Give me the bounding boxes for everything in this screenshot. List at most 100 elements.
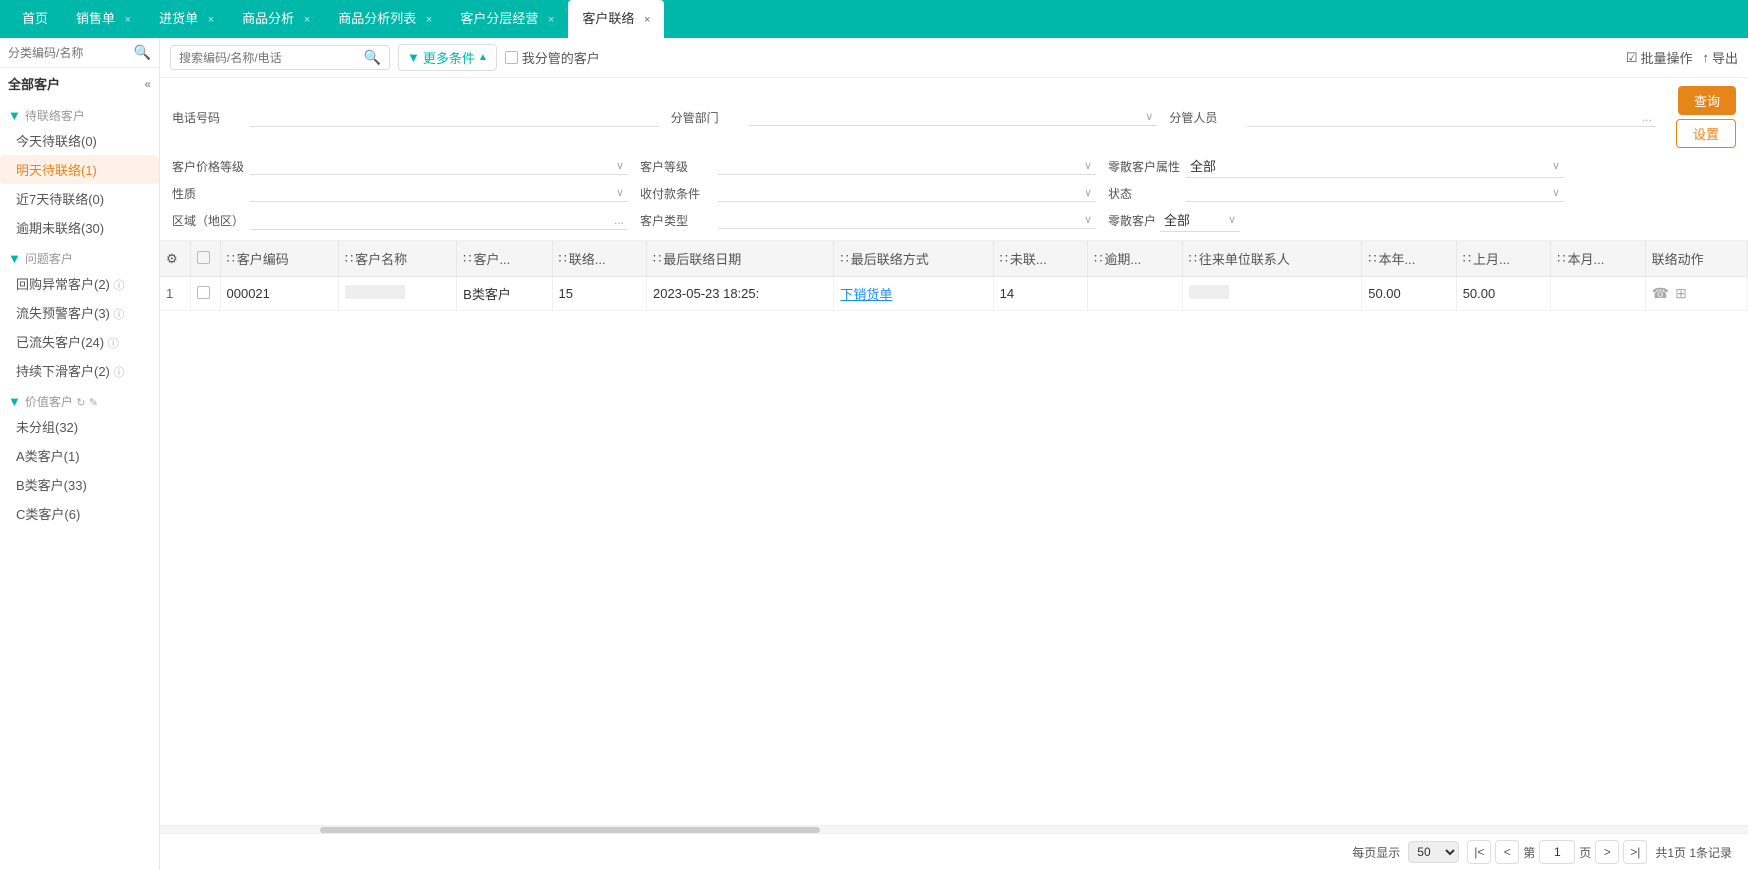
th-code[interactable]: ∷客户编码 <box>220 241 338 277</box>
nav-item-customer-contact[interactable]: 客户联络 × <box>568 0 664 38</box>
action-icons: ☎ ⊞ <box>1652 285 1741 302</box>
batch-icon: ☑ <box>1626 50 1638 66</box>
sidebar-item-overdue[interactable]: 逾期未联络(30) <box>0 213 159 242</box>
th-uncontacted[interactable]: ∷未联... <box>993 241 1087 277</box>
nav-item-product-analysis[interactable]: 商品分析 × <box>228 0 324 38</box>
search-input[interactable] <box>179 51 364 65</box>
search-icon[interactable]: 🔍 <box>364 49 381 66</box>
close-icon[interactable]: × <box>548 14 554 26</box>
sidebar-search-input[interactable] <box>8 46 134 60</box>
td-contact: 15 <box>552 277 646 311</box>
search-box: 🔍 <box>170 45 390 70</box>
status-label: 状态 <box>1108 185 1180 202</box>
page-number-input[interactable] <box>1539 840 1575 864</box>
ellipsis-icon: ... <box>614 213 624 227</box>
query-button[interactable]: 查询 <box>1678 86 1736 115</box>
table-header-row: ⚙ ∷客户编码 ∷客户名称 ∷客户... <box>160 241 1748 277</box>
person-label: 分管人员 <box>1169 109 1241 126</box>
td-type: B类客户 <box>457 277 552 311</box>
th-name[interactable]: ∷客户名称 <box>338 241 456 277</box>
th-checkbox[interactable] <box>190 241 220 277</box>
horizontal-scrollbar[interactable] <box>160 825 1748 833</box>
type-select[interactable]: ∨ <box>718 211 1096 229</box>
row-checkbox[interactable] <box>197 286 210 299</box>
settings-button[interactable]: 设置 <box>1676 119 1736 148</box>
nav-item-product-list[interactable]: 商品分析列表 × <box>324 0 446 38</box>
th-unit-contact[interactable]: ∷往来单位联系人 <box>1182 241 1362 277</box>
scrollbar-thumb[interactable] <box>320 827 820 833</box>
th-last-contact-method[interactable]: ∷最后联络方式 <box>834 241 993 277</box>
last-method-link[interactable]: 下销货单 <box>840 287 892 302</box>
filter-level: 客户等级 ∨ <box>640 157 1096 175</box>
batch-button[interactable]: ☑ 批量操作 <box>1626 48 1693 67</box>
settings-icon[interactable]: ⚙ <box>166 251 178 266</box>
th-this-year[interactable]: ∷本年... <box>1362 241 1456 277</box>
prev-page-button[interactable]: < <box>1495 840 1519 864</box>
nav-home[interactable]: 首页 <box>8 0 62 38</box>
next-page-button[interactable]: > <box>1595 840 1619 864</box>
close-icon[interactable]: × <box>125 14 131 26</box>
table-footer: 每页显示 50 20 100 |< < 第 页 > >| 共1页 1条记录 <box>160 833 1748 870</box>
page-size-select[interactable]: 50 20 100 <box>1408 841 1459 863</box>
close-icon[interactable]: × <box>304 14 310 26</box>
sidebar-item-unclassified[interactable]: 未分组(32) <box>0 412 159 441</box>
sidebar-item-churn-warning[interactable]: 流失预警客户(3) ⓘ <box>0 298 159 327</box>
sidebar-item-tomorrow[interactable]: 明天待联络(1) <box>0 155 159 184</box>
grid-action-icon[interactable]: ⊞ <box>1675 285 1687 302</box>
nature-select[interactable]: ∨ <box>250 184 628 202</box>
sidebar-item-repurchase-abnormal[interactable]: 回购异常客户(2) ⓘ <box>0 269 159 298</box>
sidebar-item-class-b[interactable]: B类客户(33) <box>0 470 159 499</box>
first-page-button[interactable]: |< <box>1467 840 1491 864</box>
export-button[interactable]: ↑ 导出 <box>1702 48 1738 67</box>
td-this-year: 50.00 <box>1362 277 1456 311</box>
th-last-contact-date[interactable]: ∷最后联络日期 <box>646 241 833 277</box>
nav-item-sales[interactable]: 销售单 × <box>62 0 145 38</box>
th-last-month[interactable]: ∷上月... <box>1456 241 1550 277</box>
td-actions: ☎ ⊞ <box>1645 277 1747 311</box>
th-type[interactable]: ∷客户... <box>457 241 552 277</box>
customer-name-blurred <box>345 285 405 299</box>
more-filter-button[interactable]: ▼ 更多条件 ▲ <box>398 44 497 71</box>
my-customers-checkbox-area[interactable]: 我分管的客户 <box>505 48 600 67</box>
status-select[interactable]: ∨ <box>1186 184 1564 202</box>
phone-action-icon[interactable]: ☎ <box>1652 285 1669 302</box>
sidebar-item-declining[interactable]: 持续下滑客户(2) ⓘ <box>0 356 159 385</box>
table-container: ⚙ ∷客户编码 ∷客户名称 ∷客户... <box>160 241 1748 825</box>
retail-select[interactable]: 全部 ∨ <box>1160 208 1240 232</box>
page-label: 第 <box>1523 844 1535 861</box>
payment-select[interactable]: ∨ <box>718 184 1096 202</box>
th-contact[interactable]: ∷联络... <box>552 241 646 277</box>
last-page-button[interactable]: >| <box>1623 840 1647 864</box>
all-customers-label: 全部客户 <box>8 74 60 93</box>
region-select[interactable]: ... <box>250 211 628 230</box>
sidebar-item-churned[interactable]: 已流失客户(24) ⓘ <box>0 327 159 356</box>
level-select[interactable]: ∨ <box>718 157 1096 175</box>
group-title-problem: ▼问题客户 <box>0 246 159 269</box>
dept-select[interactable]: ∨ <box>749 108 1158 126</box>
my-customers-checkbox[interactable] <box>505 51 518 64</box>
value-level-select[interactable]: ∨ <box>250 157 628 175</box>
sidebar-item-7days[interactable]: 近7天待联络(0) <box>0 184 159 213</box>
person-select[interactable]: ... <box>1247 108 1656 127</box>
header-checkbox[interactable] <box>197 251 210 264</box>
retail-attr-label: 零散客户属性 <box>1108 158 1180 175</box>
td-checkbox[interactable] <box>190 277 220 311</box>
retail-attr-select[interactable]: 全部 ∨ <box>1186 154 1564 178</box>
th-settings[interactable]: ⚙ <box>160 241 190 277</box>
sidebar-search-icon[interactable]: 🔍 <box>134 44 151 61</box>
page-nav: |< < 第 页 > >| <box>1467 840 1647 864</box>
sidebar-item-class-a[interactable]: A类客户(1) <box>0 441 159 470</box>
phone-input[interactable] <box>250 108 659 127</box>
close-icon[interactable]: × <box>208 14 214 26</box>
close-icon[interactable]: × <box>426 14 432 26</box>
th-this-month[interactable]: ∷本月... <box>1551 241 1645 277</box>
sidebar-item-class-c[interactable]: C类客户(6) <box>0 499 159 528</box>
th-overdue[interactable]: ∷逾期... <box>1088 241 1182 277</box>
td-last-method[interactable]: 下销货单 <box>834 277 993 311</box>
sidebar-item-today[interactable]: 今天待联络(0) <box>0 126 159 155</box>
close-icon[interactable]: × <box>644 14 650 26</box>
nav-item-customer-tier[interactable]: 客户分层经营 × <box>446 0 568 38</box>
td-name[interactable] <box>338 277 456 311</box>
all-customers-header[interactable]: 全部客户 « <box>0 68 159 99</box>
nav-item-purchase[interactable]: 进货单 × <box>145 0 228 38</box>
